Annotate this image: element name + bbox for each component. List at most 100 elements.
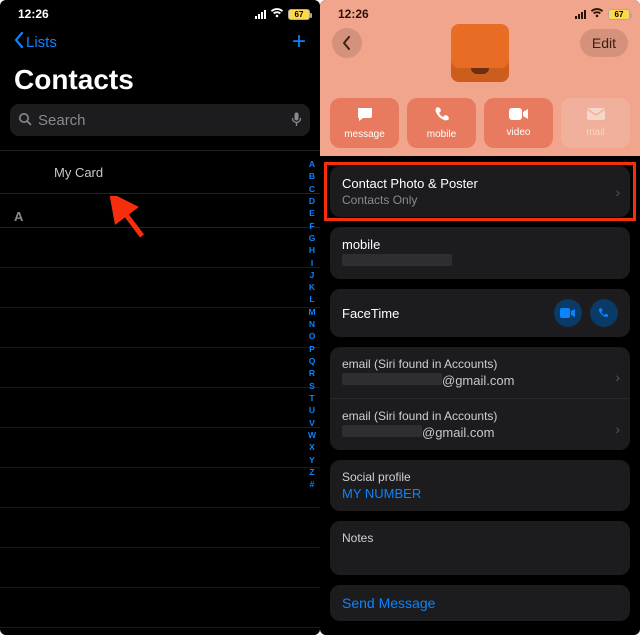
contact-body: Contact Photo & Poster Contacts Only › m… bbox=[320, 156, 640, 631]
notes-card[interactable]: Notes bbox=[330, 521, 630, 575]
alpha-index-letter[interactable]: F bbox=[309, 220, 314, 232]
emails-card: email (Siri found in Accounts) @gmail.co… bbox=[330, 347, 630, 450]
nav-bar: Lists + bbox=[0, 24, 320, 60]
page-title: Contacts bbox=[0, 60, 320, 104]
edit-button[interactable]: Edit bbox=[580, 29, 628, 57]
alpha-index-letter[interactable]: H bbox=[309, 244, 315, 256]
email-domain: @gmail.com bbox=[442, 373, 514, 388]
field-label: email (Siri found in Accounts) bbox=[342, 357, 618, 371]
alpha-index-letter[interactable]: Z bbox=[309, 466, 314, 478]
alpha-index-letter[interactable]: B bbox=[309, 170, 315, 182]
action-label: mobile bbox=[427, 129, 456, 140]
alpha-index-letter[interactable]: D bbox=[309, 195, 315, 207]
wifi-icon bbox=[590, 7, 604, 21]
email-row[interactable]: email (Siri found in Accounts) @gmail.co… bbox=[330, 398, 630, 450]
alpha-index-letter[interactable]: # bbox=[310, 478, 315, 490]
send-message-label: Send Message bbox=[342, 595, 435, 611]
redacted-phone bbox=[342, 254, 452, 266]
field-label: FaceTime bbox=[342, 306, 399, 321]
battery-icon: 67 bbox=[288, 9, 310, 20]
social-value: MY NUMBER bbox=[342, 486, 618, 501]
field-label: Notes bbox=[342, 531, 618, 545]
email-domain: @gmail.com bbox=[422, 425, 494, 440]
status-time: 12:26 bbox=[338, 7, 369, 21]
action-label: video bbox=[507, 127, 531, 138]
alpha-index-letter[interactable]: O bbox=[309, 330, 316, 342]
facetime-video-button[interactable] bbox=[554, 299, 582, 327]
redacted-email-user bbox=[342, 425, 422, 437]
alpha-index-letter[interactable]: G bbox=[309, 232, 316, 244]
action-label: message bbox=[344, 129, 385, 140]
back-to-lists-button[interactable]: Lists bbox=[14, 32, 57, 52]
status-right: 67 bbox=[255, 7, 310, 21]
social-profile-card[interactable]: Social profile MY NUMBER bbox=[330, 460, 630, 511]
alpha-index-letter[interactable]: N bbox=[309, 318, 315, 330]
status-bar: 12:26 67 bbox=[0, 0, 320, 24]
contact-rows-placeholder bbox=[0, 228, 320, 628]
alpha-index-letter[interactable]: T bbox=[309, 392, 314, 404]
status-time: 12:26 bbox=[18, 7, 49, 21]
field-label: email (Siri found in Accounts) bbox=[342, 409, 618, 423]
redacted-email-user bbox=[342, 373, 442, 385]
email-row[interactable]: email (Siri found in Accounts) @gmail.co… bbox=[330, 347, 630, 398]
chevron-right-icon: › bbox=[615, 369, 620, 385]
status-right: 67 bbox=[575, 7, 630, 21]
alpha-index-letter[interactable]: L bbox=[309, 293, 314, 305]
alpha-index-letter[interactable]: Y bbox=[309, 454, 315, 466]
contact-header: 12:26 67 Edit message mobile bbox=[320, 0, 640, 156]
send-message-row[interactable]: Send Message bbox=[330, 585, 630, 621]
mail-action: mail bbox=[561, 98, 630, 148]
row-subtitle: Contacts Only bbox=[342, 193, 618, 207]
my-card-label: My Card bbox=[54, 165, 103, 180]
wifi-icon bbox=[270, 7, 284, 21]
alpha-index-letter[interactable]: W bbox=[308, 429, 316, 441]
quick-actions: message mobile video mail bbox=[330, 98, 630, 148]
add-contact-button[interactable]: + bbox=[292, 30, 306, 54]
alpha-index-letter[interactable]: C bbox=[309, 183, 315, 195]
dictation-icon[interactable] bbox=[291, 112, 302, 129]
row-title: Contact Photo & Poster bbox=[342, 176, 618, 191]
search-icon bbox=[18, 112, 32, 129]
search-field[interactable]: Search bbox=[10, 104, 310, 136]
alpha-index-letter[interactable]: Q bbox=[309, 355, 316, 367]
alpha-index-letter[interactable]: P bbox=[309, 343, 315, 355]
alpha-index-letter[interactable]: E bbox=[309, 207, 315, 219]
alpha-index-letter[interactable]: X bbox=[309, 441, 315, 453]
facetime-card: FaceTime bbox=[330, 289, 630, 337]
chevron-right-icon: › bbox=[615, 421, 620, 437]
back-button[interactable] bbox=[332, 28, 362, 58]
alpha-index-letter[interactable]: V bbox=[309, 417, 315, 429]
my-card-row[interactable]: My Card bbox=[0, 150, 320, 194]
facetime-audio-button[interactable] bbox=[590, 299, 618, 327]
alpha-index-letter[interactable]: A bbox=[309, 158, 315, 170]
alpha-index-letter[interactable]: I bbox=[311, 257, 313, 269]
chevron-right-icon: › bbox=[615, 184, 620, 200]
search-placeholder: Search bbox=[38, 112, 291, 129]
field-label: Social profile bbox=[342, 470, 618, 484]
status-bar: 12:26 67 bbox=[320, 0, 640, 24]
contact-detail-screen: 12:26 67 Edit message mobile bbox=[320, 0, 640, 635]
cellular-icon bbox=[575, 9, 586, 19]
action-label: mail bbox=[586, 127, 604, 138]
battery-icon: 67 bbox=[608, 9, 630, 20]
back-label: Lists bbox=[26, 34, 57, 51]
video-action[interactable]: video bbox=[484, 98, 553, 148]
message-action[interactable]: message bbox=[330, 98, 399, 148]
alpha-index-letter[interactable]: U bbox=[309, 404, 315, 416]
mail-icon bbox=[587, 108, 605, 124]
alpha-index-letter[interactable]: M bbox=[308, 306, 315, 318]
contact-photo-poster-row[interactable]: Contact Photo & Poster Contacts Only › bbox=[330, 166, 630, 217]
chevron-left-icon bbox=[14, 32, 24, 52]
message-icon bbox=[356, 106, 374, 126]
contact-photo[interactable] bbox=[451, 24, 509, 82]
contacts-list-screen: 12:26 67 Lists + Contacts Search My Card bbox=[0, 0, 320, 635]
alpha-index-letter[interactable]: J bbox=[310, 269, 315, 281]
mobile-action[interactable]: mobile bbox=[407, 98, 476, 148]
mobile-card[interactable]: mobile bbox=[330, 227, 630, 279]
alpha-index-letter[interactable]: S bbox=[309, 380, 315, 392]
field-label: mobile bbox=[342, 237, 618, 252]
alpha-index-letter[interactable]: K bbox=[309, 281, 315, 293]
cellular-icon bbox=[255, 9, 266, 19]
alpha-index-scrollbar[interactable]: ABCDEFGHIJKLMNOPQRSTUVWXYZ# bbox=[306, 158, 318, 490]
alpha-index-letter[interactable]: R bbox=[309, 367, 315, 379]
